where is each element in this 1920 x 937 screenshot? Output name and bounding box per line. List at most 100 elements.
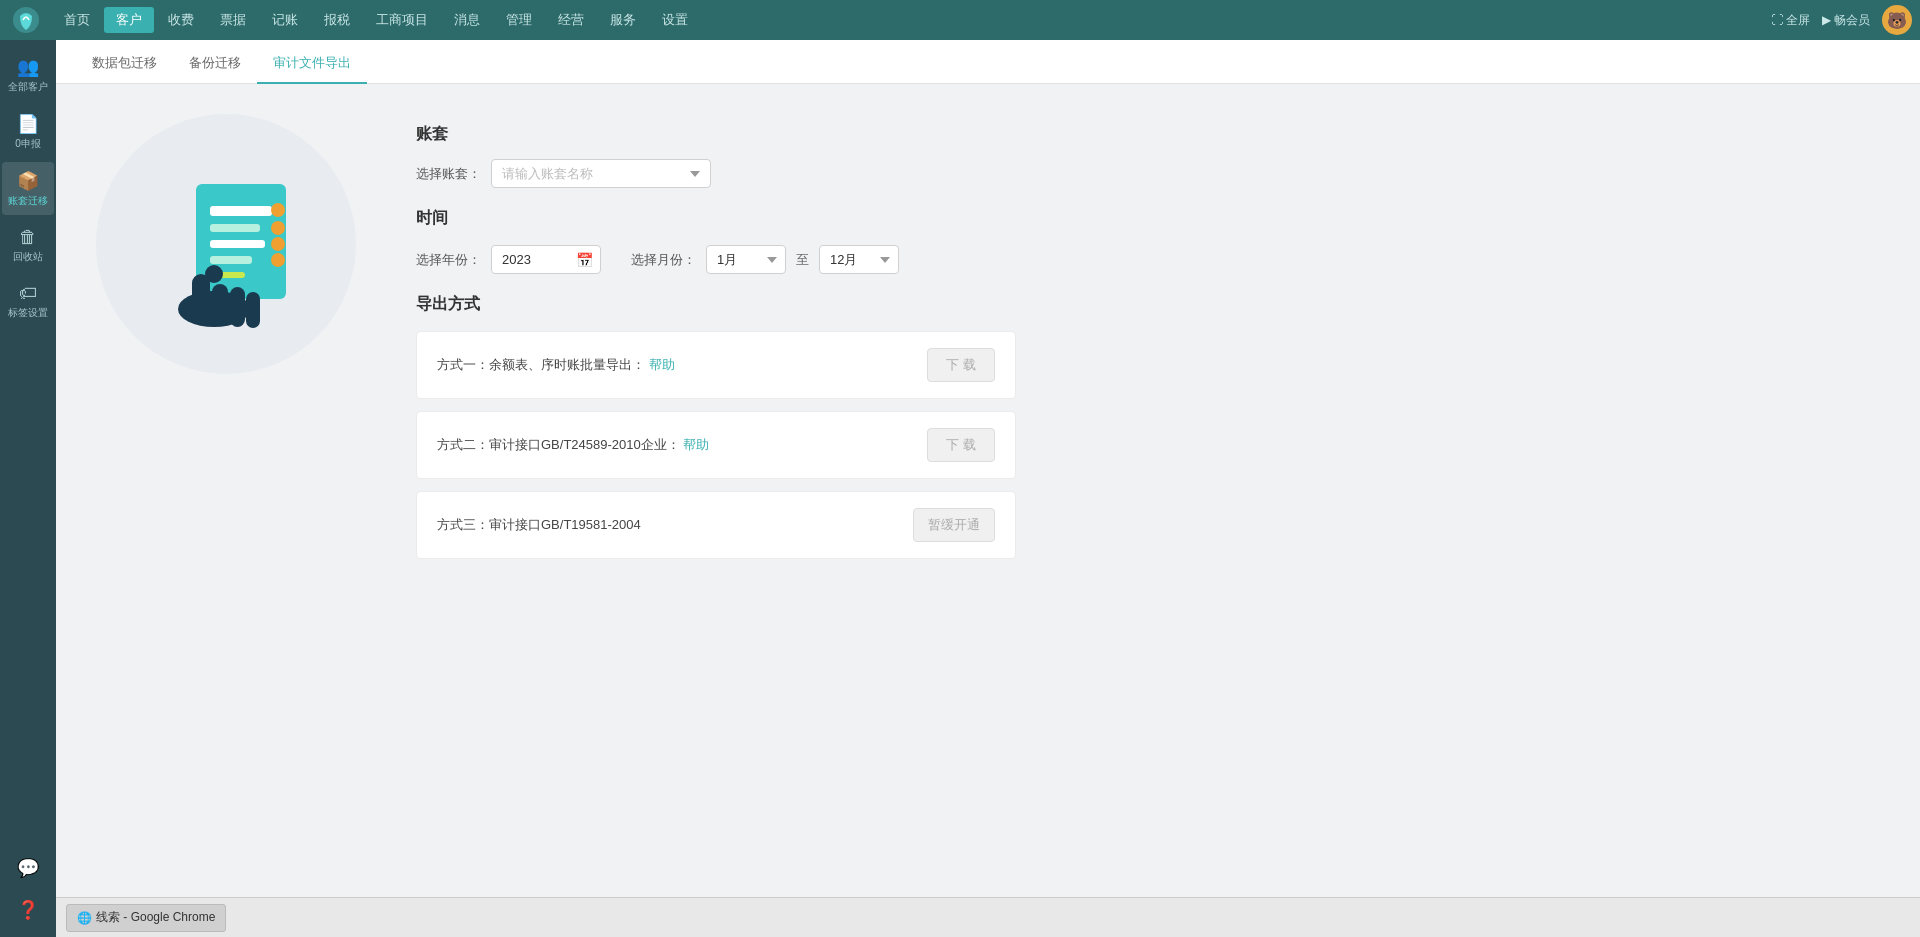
- content-area: 数据包迁移 备份迁移 审计文件导出: [56, 40, 1920, 937]
- method3-text: 方式三：审计接口GB/T19581-2004: [437, 516, 641, 534]
- sidebar: 👥 全部客户 📄 0申报 📦 账套迁移 🗑 回收站 🏷 标签设置 💬 ❓: [0, 40, 56, 937]
- month-end-select[interactable]: 1月2月3月 4月5月6月 7月8月9月 10月11月12月: [819, 245, 899, 274]
- sidebar-item-zero-declare[interactable]: 📄 0申报: [2, 105, 54, 158]
- nav-message[interactable]: 消息: [442, 7, 492, 33]
- fullscreen-label: 全屏: [1786, 12, 1810, 29]
- svg-point-7: [271, 221, 285, 235]
- method2-download-button[interactable]: 下 载: [927, 428, 995, 462]
- year-label: 选择年份：: [416, 251, 481, 269]
- account-select-input[interactable]: 请输入账套名称: [491, 159, 711, 188]
- method1-description: 方式一：余额表、序时账批量导出：: [437, 357, 645, 372]
- app-logo: [8, 2, 44, 38]
- method2-description: 方式二：审计接口GB/T24589-2010企业：: [437, 437, 680, 452]
- export-method-3: 方式三：审计接口GB/T19581-2004 暂缓开通: [416, 491, 1016, 559]
- main-layout: 👥 全部客户 📄 0申报 📦 账套迁移 🗑 回收站 🏷 标签设置 💬 ❓: [0, 40, 1920, 937]
- svg-rect-3: [210, 224, 260, 232]
- time-row: 选择年份： 📅 选择月份： 1月2月3月 4月5月6月 7月8月9月 10月11…: [416, 245, 1016, 274]
- month-start-select[interactable]: 1月2月3月 4月5月6月 7月8月9月 10月11月12月: [706, 245, 786, 274]
- nav-operation[interactable]: 经营: [546, 7, 596, 33]
- svg-point-6: [271, 203, 285, 217]
- month-label: 选择月份：: [631, 251, 696, 269]
- account-select-label: 选择账套：: [416, 165, 481, 183]
- video-icon: ▶: [1822, 13, 1831, 27]
- illustration-svg: [136, 144, 316, 344]
- method1-text: 方式一：余额表、序时账批量导出： 帮助: [437, 356, 675, 374]
- sidebar-label-tag: 标签设置: [8, 307, 48, 319]
- nav-business[interactable]: 工商项目: [364, 7, 440, 33]
- member-button[interactable]: ▶ 畅会员: [1822, 12, 1870, 29]
- nav-customer[interactable]: 客户: [104, 7, 154, 33]
- taskbar-item-label: 线索 - Google Chrome: [96, 909, 215, 926]
- month-separator: 至: [796, 251, 809, 269]
- svg-rect-15: [246, 292, 260, 328]
- sidebar-label-recycle: 回收站: [13, 251, 43, 263]
- nav-home[interactable]: 首页: [52, 7, 102, 33]
- sidebar-item-help[interactable]: ❓: [2, 891, 54, 929]
- page-content: 账套 选择账套： 请输入账套名称 时间 选择年份： 📅 选择月份：: [56, 84, 1920, 897]
- sidebar-item-account-migrate[interactable]: 📦 账套迁移: [2, 162, 54, 215]
- svg-point-9: [271, 253, 285, 267]
- section-account-title: 账套: [416, 124, 1016, 145]
- top-navigation: 首页 客户 收费 票据 记账 报税 工商项目 消息 管理 经营 服务 设置 ⛶ …: [0, 0, 1920, 40]
- tab-backup-migration[interactable]: 备份迁移: [173, 44, 257, 84]
- year-input-wrap: 📅: [491, 245, 601, 274]
- recycle-icon: 🗑: [19, 227, 37, 248]
- svg-rect-2: [210, 206, 272, 216]
- method2-help-link[interactable]: 帮助: [683, 437, 709, 452]
- fullscreen-button[interactable]: ⛶ 全屏: [1771, 12, 1810, 29]
- tag-icon: 🏷: [19, 283, 37, 304]
- customers-icon: 👥: [17, 56, 39, 78]
- export-method-1: 方式一：余额表、序时账批量导出： 帮助 下 载: [416, 331, 1016, 399]
- tab-data-migration[interactable]: 数据包迁移: [76, 44, 173, 84]
- sidebar-item-recycle[interactable]: 🗑 回收站: [2, 219, 54, 271]
- section-export-title: 导出方式: [416, 294, 1016, 315]
- section-time-title: 时间: [416, 208, 1016, 229]
- sidebar-label-customers: 全部客户: [8, 81, 48, 93]
- year-input[interactable]: [491, 245, 601, 274]
- nav-service[interactable]: 服务: [598, 7, 648, 33]
- form-area: 账套 选择账套： 请输入账套名称 时间 选择年份： 📅 选择月份：: [416, 114, 1016, 571]
- nav-settings[interactable]: 设置: [650, 7, 700, 33]
- method3-description: 方式三：审计接口GB/T19581-2004: [437, 517, 641, 532]
- svg-rect-12: [192, 274, 210, 324]
- svg-point-16: [205, 265, 223, 283]
- taskbar: 🌐 线索 - Google Chrome: [56, 897, 1920, 937]
- illustration-circle: [96, 114, 356, 374]
- svg-rect-5: [210, 256, 252, 264]
- svg-rect-4: [210, 240, 265, 248]
- taskbar-chrome-item[interactable]: 🌐 线索 - Google Chrome: [66, 904, 226, 932]
- svg-point-8: [271, 237, 285, 251]
- nav-manage[interactable]: 管理: [494, 7, 544, 33]
- svg-rect-14: [230, 287, 245, 327]
- account-select-row: 选择账套： 请输入账套名称: [416, 159, 1016, 188]
- nav-accounting[interactable]: 记账: [260, 7, 310, 33]
- help-icon: ❓: [17, 899, 39, 921]
- nav-invoice[interactable]: 票据: [208, 7, 258, 33]
- sidebar-item-all-customers[interactable]: 👥 全部客户: [2, 48, 54, 101]
- sidebar-label-migrate: 账套迁移: [8, 195, 48, 207]
- tab-bar: 数据包迁移 备份迁移 审计文件导出: [56, 40, 1920, 84]
- nav-billing[interactable]: 收费: [156, 7, 206, 33]
- nav-items-list: 首页 客户 收费 票据 记账 报税 工商项目 消息 管理 经营 服务 设置: [52, 7, 1771, 33]
- sidebar-item-chat[interactable]: 💬: [2, 849, 54, 887]
- fullscreen-icon: ⛶: [1771, 13, 1783, 27]
- tab-audit-export[interactable]: 审计文件导出: [257, 44, 367, 84]
- top-nav-right: ⛶ 全屏 ▶ 畅会员 🐻: [1771, 5, 1912, 35]
- sidebar-bottom: 💬 ❓: [2, 849, 54, 929]
- illustration-area: [96, 114, 356, 374]
- svg-rect-13: [212, 284, 228, 326]
- chrome-icon: 🌐: [77, 911, 92, 925]
- user-avatar[interactable]: 🐻: [1882, 5, 1912, 35]
- chat-icon: 💬: [17, 857, 39, 879]
- method1-download-button[interactable]: 下 载: [927, 348, 995, 382]
- method3-coming-soon-button[interactable]: 暂缓开通: [913, 508, 995, 542]
- method1-help-link[interactable]: 帮助: [649, 357, 675, 372]
- member-label: 畅会员: [1834, 12, 1870, 29]
- export-method-2: 方式二：审计接口GB/T24589-2010企业： 帮助 下 载: [416, 411, 1016, 479]
- sidebar-label-declare: 0申报: [15, 138, 41, 150]
- method2-text: 方式二：审计接口GB/T24589-2010企业： 帮助: [437, 436, 709, 454]
- nav-tax[interactable]: 报税: [312, 7, 362, 33]
- sidebar-item-tag-settings[interactable]: 🏷 标签设置: [2, 275, 54, 327]
- migrate-icon: 📦: [17, 170, 39, 192]
- declare-icon: 📄: [17, 113, 39, 135]
